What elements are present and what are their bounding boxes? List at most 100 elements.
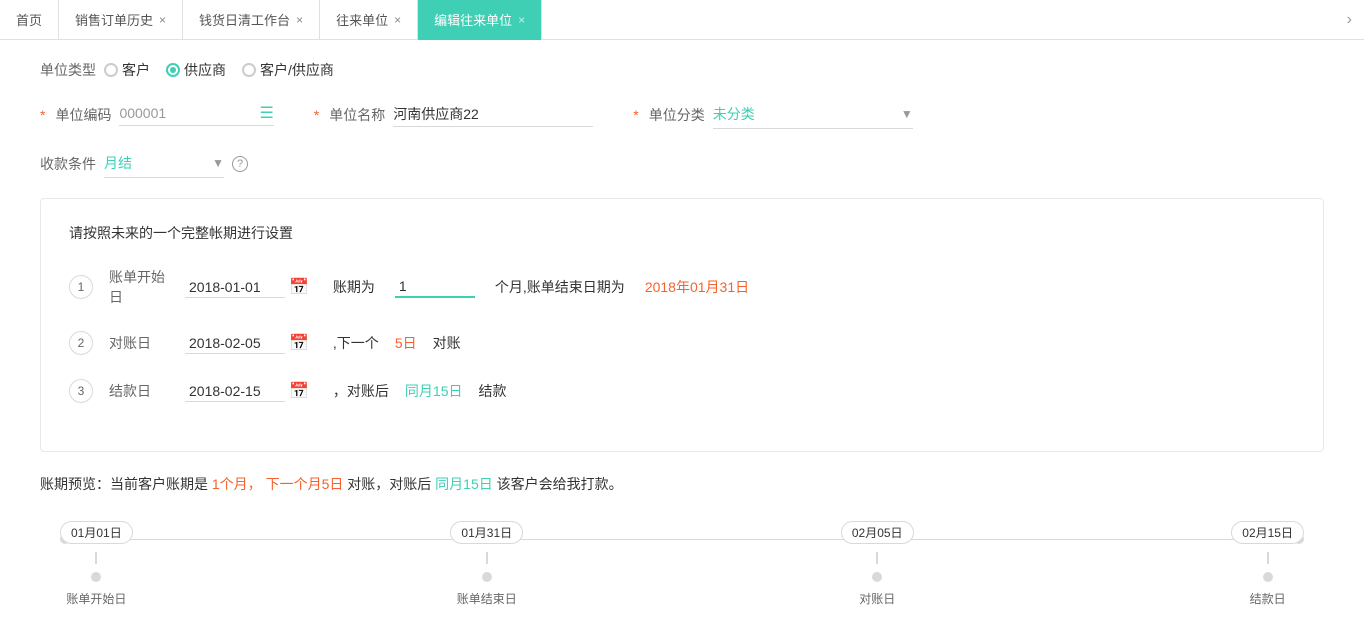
radio-both-circle [242, 63, 256, 77]
point-label-0: 账单开始日 [66, 590, 126, 607]
point-connector-1 [486, 552, 488, 564]
step-label-2: 对账日 [109, 333, 169, 353]
tab-partner-unit-close[interactable]: × [394, 13, 401, 27]
point-dot-1 [482, 572, 492, 582]
main-content: 单位类型 客户 供应商 客户/供应商 * 单位编码 [0, 40, 1364, 627]
period-prefix: 账期为 [333, 277, 375, 297]
unit-name-required: * [314, 107, 319, 123]
row3-suffix: 结款 [479, 381, 507, 401]
unit-class-value: 未分类 [713, 104, 901, 124]
date-input-1[interactable] [185, 277, 285, 298]
unit-name-label: 单位名称 [329, 105, 385, 125]
timeline-point-3: 02月15日 结款日 [1231, 521, 1304, 607]
point-dot-0 [91, 572, 101, 582]
payment-field: 收款条件 月结 ▼ ? [40, 149, 248, 178]
unit-name-field: * 单位名称 [314, 102, 593, 127]
row2-suffix: 对账 [433, 333, 461, 353]
date-input-2[interactable] [185, 333, 285, 354]
radio-supplier[interactable]: 供应商 [166, 60, 226, 80]
preview-prefix: 账期预览：当前客户账期是 [40, 476, 208, 492]
tab-edit-partner-close[interactable]: × [518, 13, 525, 27]
payment-select[interactable]: 月结 ▼ [104, 149, 224, 178]
unit-code-icon[interactable]: ☰ [259, 103, 273, 123]
tab-sales-history-label: 销售订单历史 [75, 10, 153, 29]
radio-customer-label: 客户 [122, 60, 150, 80]
unit-code-input-wrap: ☰ [119, 103, 273, 126]
step-label-1: 账单开始日 [109, 267, 169, 307]
payment-arrow: ▼ [212, 156, 224, 170]
tab-home-label: 首页 [16, 10, 42, 29]
step-num-3: 3 [69, 379, 93, 403]
point-connector-3 [1267, 552, 1269, 564]
tab-bar: 首页 销售订单历史 × 钱货日清工作台 × 往来单位 × 编辑往来单位 × › [0, 0, 1364, 40]
row3-prefix: ，对账后 [333, 381, 389, 401]
radio-both[interactable]: 客户/供应商 [242, 60, 334, 80]
preview-middle: 对账，对账后 [347, 476, 431, 492]
calendar-icon-3[interactable]: 📅 [289, 381, 309, 401]
point-bubble-0: 01月01日 [60, 521, 133, 544]
calendar-icon-2[interactable]: 📅 [289, 333, 309, 353]
row3-highlight: 同月15日 [405, 381, 463, 401]
tab-partner-unit[interactable]: 往来单位 × [320, 0, 418, 40]
unit-code-input[interactable] [119, 105, 259, 121]
unit-code-label: 单位编码 [55, 105, 111, 125]
unit-info-row: * 单位编码 ☰ * 单位名称 * 单位分类 未分类 ▼ [40, 100, 1324, 129]
preview-p3: 同月15日 [435, 476, 493, 492]
point-label-2: 对账日 [859, 590, 895, 607]
unit-name-input[interactable] [393, 102, 593, 127]
date-input-wrap-3: 📅 [185, 381, 309, 402]
date-input-wrap-1: 📅 [185, 277, 309, 298]
point-label-1: 账单结束日 [457, 590, 517, 607]
unit-class-select[interactable]: 未分类 ▼ [713, 100, 913, 129]
preview-suffix: 该客户会给我打款。 [497, 476, 623, 492]
preview-section: 账期预览：当前客户账期是 1个月， 下一个月5日 对账，对账后 同月15日 该客… [40, 472, 1324, 497]
timeline-points: 01月01日 账单开始日 01月31日 账单结束日 02月05日 对账日 02月… [60, 521, 1304, 607]
timeline-point-0: 01月01日 账单开始日 [60, 521, 133, 607]
timeline-point-1: 01月31日 账单结束日 [450, 521, 523, 607]
unit-class-required: * [633, 107, 638, 123]
unit-type-row: 单位类型 客户 供应商 客户/供应商 [40, 60, 1324, 80]
point-connector-0 [95, 552, 97, 564]
tab-edit-partner[interactable]: 编辑往来单位 × [418, 0, 542, 40]
step-label-3: 结款日 [109, 381, 169, 401]
point-dot-2 [872, 572, 882, 582]
period-input[interactable] [395, 276, 475, 298]
tab-sales-history[interactable]: 销售订单历史 × [59, 0, 183, 40]
point-bubble-3: 02月15日 [1231, 521, 1304, 544]
preview-p1: 1个月， [212, 476, 262, 492]
unit-class-field: * 单位分类 未分类 ▼ [633, 100, 912, 129]
payment-row: 收款条件 月结 ▼ ? [40, 149, 1324, 178]
tab-home[interactable]: 首页 [0, 0, 59, 40]
calendar-icon-1[interactable]: 📅 [289, 277, 309, 297]
timeline-row-1: 1 账单开始日 📅 账期为 个月,账单结束日期为 2018年01月31日 [69, 267, 1295, 307]
point-dot-3 [1263, 572, 1273, 582]
unit-class-arrow: ▼ [901, 107, 913, 121]
tab-more-button[interactable]: › [1335, 11, 1364, 29]
tab-edit-partner-label: 编辑往来单位 [434, 10, 512, 29]
date-input-3[interactable] [185, 381, 285, 402]
radio-supplier-circle [166, 63, 180, 77]
payment-help-icon[interactable]: ? [232, 156, 248, 172]
timeline-row-2: 2 对账日 📅 ,下一个 5日 对账 [69, 331, 1295, 355]
payment-value: 月结 [104, 153, 212, 173]
payment-label: 收款条件 [40, 154, 96, 174]
point-bubble-1: 01月31日 [450, 521, 523, 544]
period-suffix: 个月,账单结束日期为 [495, 277, 625, 297]
step-num-2: 2 [69, 331, 93, 355]
tab-cash-work[interactable]: 钱货日清工作台 × [183, 0, 320, 40]
radio-supplier-label: 供应商 [184, 60, 226, 80]
radio-customer[interactable]: 客户 [104, 60, 150, 80]
tab-cash-work-label: 钱货日清工作台 [199, 10, 290, 29]
end-date-value: 2018年01月31日 [645, 277, 749, 297]
unit-type-field: 单位类型 客户 供应商 客户/供应商 [40, 60, 334, 80]
tab-cash-work-close[interactable]: × [296, 13, 303, 27]
timeline-visual-container: 01月01日 账单开始日 01月31日 账单结束日 02月05日 对账日 02月… [40, 521, 1324, 607]
tab-sales-history-close[interactable]: × [159, 13, 166, 27]
preview-p2: 下一个月5日 [266, 476, 344, 492]
point-connector-2 [876, 552, 878, 564]
date-input-wrap-2: 📅 [185, 333, 309, 354]
step-num-1: 1 [69, 275, 93, 299]
unit-type-label: 单位类型 [40, 60, 96, 80]
tab-partner-unit-label: 往来单位 [336, 10, 388, 29]
unit-type-radio-group: 客户 供应商 客户/供应商 [104, 60, 334, 80]
